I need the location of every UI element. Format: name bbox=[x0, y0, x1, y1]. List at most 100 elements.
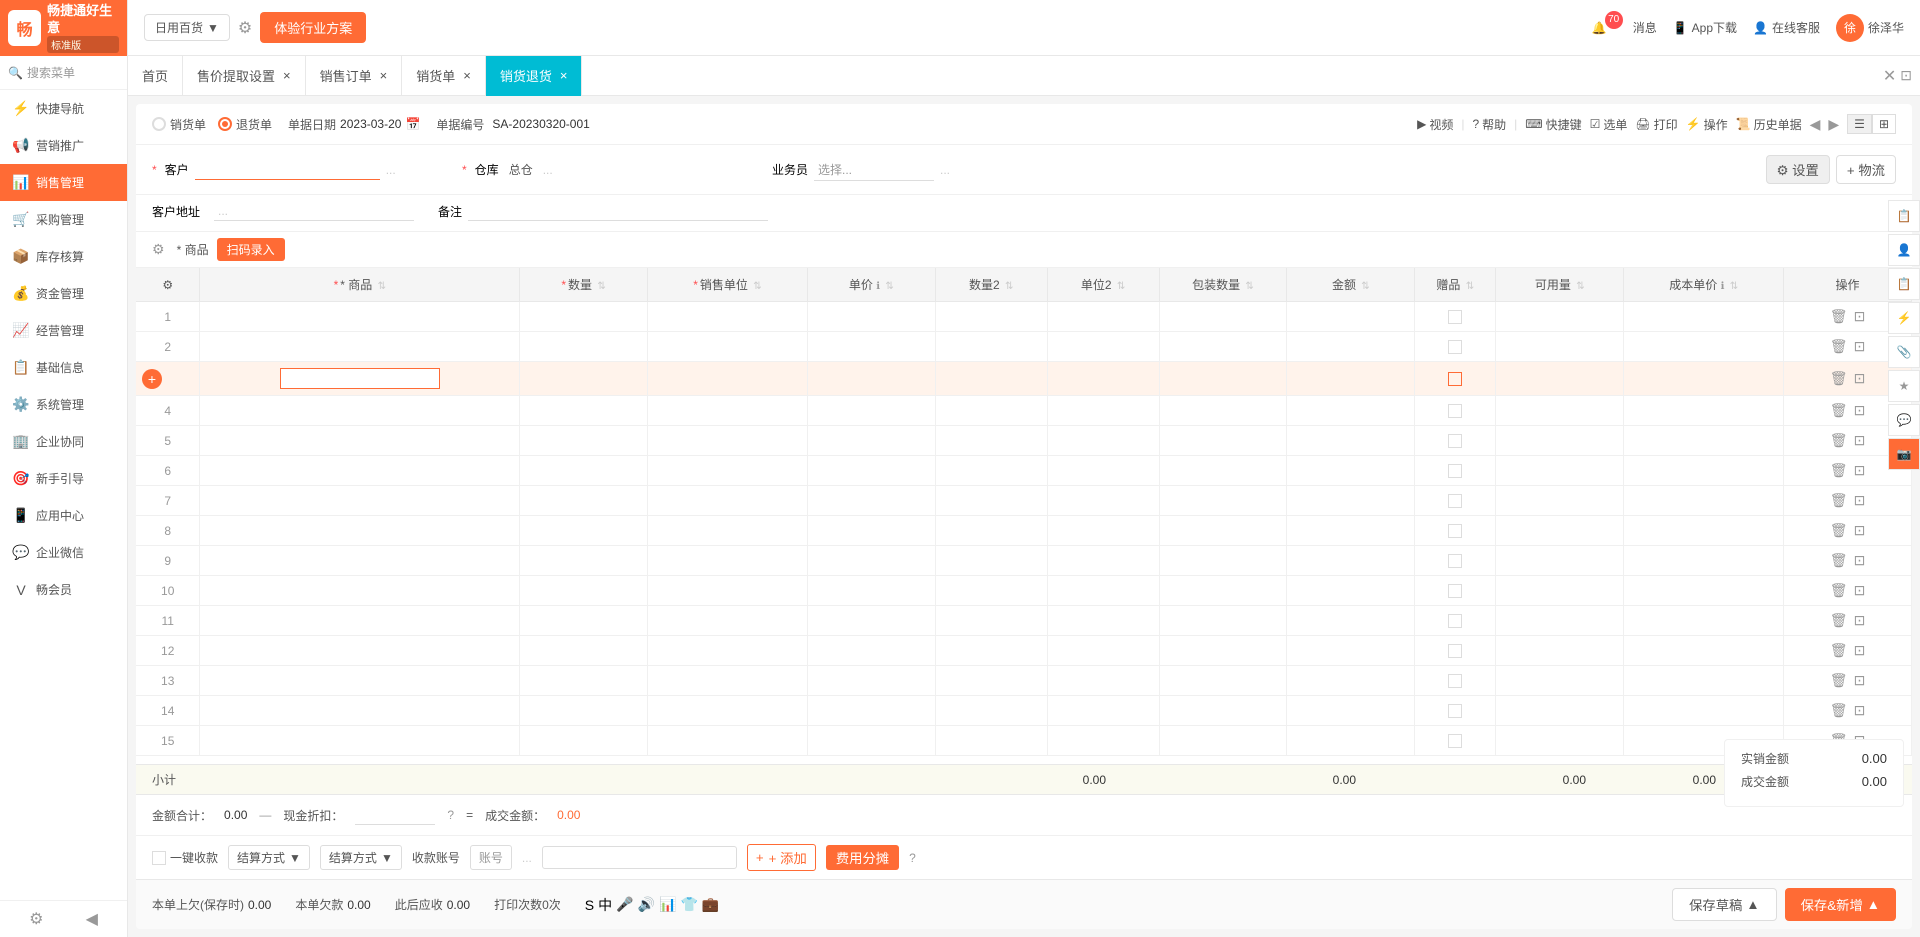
copy-icon[interactable]: ⊡ bbox=[1854, 552, 1866, 569]
qty-cell[interactable] bbox=[520, 606, 648, 636]
pack-qty-cell[interactable] bbox=[1159, 666, 1287, 696]
copy-icon[interactable]: ⊡ bbox=[1854, 642, 1866, 659]
pack-sort-icon[interactable]: ⇅ bbox=[1245, 281, 1253, 292]
copy-icon[interactable]: ⊡ bbox=[1854, 582, 1866, 599]
qty2-cell[interactable] bbox=[935, 546, 1047, 576]
sidebar-item-enterprise[interactable]: 🏢 企业协同 bbox=[0, 423, 127, 460]
copy-icon[interactable]: ⊡ bbox=[1854, 702, 1866, 719]
operate-action[interactable]: ⚡ 操作 bbox=[1686, 116, 1728, 133]
logistics-button[interactable]: + 物流 bbox=[1836, 155, 1896, 184]
im-icon-2[interactable]: 中 bbox=[598, 895, 612, 915]
product-cell[interactable] bbox=[200, 332, 520, 362]
add-button[interactable]: + + 添加 bbox=[747, 844, 816, 871]
trial-button[interactable]: 体验行业方案 bbox=[260, 12, 366, 43]
unit2-cell[interactable] bbox=[1047, 606, 1159, 636]
unit2-cell[interactable] bbox=[1047, 636, 1159, 666]
available-cell[interactable] bbox=[1496, 636, 1624, 666]
tab-price-settings[interactable]: 售价提取设置 × bbox=[183, 56, 306, 96]
gift-checkbox[interactable] bbox=[1448, 524, 1462, 538]
amount-input[interactable] bbox=[542, 846, 737, 869]
unit2-cell[interactable] bbox=[1047, 456, 1159, 486]
cost-price-cell[interactable] bbox=[1624, 666, 1784, 696]
im-icon-6[interactable]: 👕 bbox=[680, 896, 697, 913]
delete-icon[interactable]: 🗑 bbox=[1830, 308, 1848, 325]
unit-cell[interactable] bbox=[648, 332, 808, 362]
gift-cell[interactable] bbox=[1415, 332, 1496, 362]
calc-method-select[interactable]: 结算方式 ▼ bbox=[320, 845, 402, 870]
unit-cell[interactable] bbox=[648, 302, 808, 332]
price-cell[interactable] bbox=[807, 726, 935, 756]
amount-cell[interactable] bbox=[1287, 606, 1415, 636]
customer-input[interactable] bbox=[195, 160, 380, 180]
qty2-cell[interactable] bbox=[935, 606, 1047, 636]
gift-checkbox[interactable] bbox=[1448, 404, 1462, 418]
settings-button[interactable]: ⚙ 设置 bbox=[1766, 155, 1830, 184]
save-draft-button[interactable]: 保存草稿 ▲ bbox=[1672, 888, 1777, 921]
product-sort-icon[interactable]: ⇅ bbox=[378, 281, 386, 292]
unit-cell[interactable] bbox=[648, 426, 808, 456]
amount-cell[interactable] bbox=[1287, 516, 1415, 546]
unit-cell[interactable] bbox=[648, 486, 808, 516]
gift-cell[interactable] bbox=[1415, 456, 1496, 486]
amount-cell[interactable] bbox=[1287, 546, 1415, 576]
tab-sales-order[interactable]: 销售订单 × bbox=[306, 56, 403, 96]
price-cell[interactable] bbox=[807, 576, 935, 606]
price-cell[interactable] bbox=[807, 486, 935, 516]
unit2-cell[interactable] bbox=[1047, 396, 1159, 426]
gift-checkbox[interactable] bbox=[1448, 584, 1462, 598]
sidebar-item-operations[interactable]: 📈 经营管理 bbox=[0, 312, 127, 349]
qty2-cell[interactable] bbox=[935, 726, 1047, 756]
delete-icon[interactable]: 🗑 bbox=[1830, 612, 1848, 629]
available-cell[interactable] bbox=[1496, 696, 1624, 726]
available-cell[interactable] bbox=[1496, 456, 1624, 486]
sidebar-item-inventory[interactable]: 📦 库存核算 bbox=[0, 238, 127, 275]
cost-price-cell[interactable] bbox=[1624, 362, 1784, 396]
mini-btn-orange[interactable]: 📷 bbox=[1888, 438, 1920, 470]
im-icon-3[interactable]: 🎤 bbox=[616, 896, 633, 913]
gift-cell[interactable] bbox=[1415, 576, 1496, 606]
gift-cell[interactable] bbox=[1415, 666, 1496, 696]
product-cell[interactable] bbox=[200, 606, 520, 636]
sidebar-item-guide[interactable]: 🎯 新手引导 bbox=[0, 460, 127, 497]
unit2-cell[interactable] bbox=[1047, 696, 1159, 726]
price-sort-icon[interactable]: ⇅ bbox=[885, 281, 893, 292]
account-select[interactable]: 账号 bbox=[470, 845, 512, 870]
cost-price-cell[interactable] bbox=[1624, 456, 1784, 486]
select-action[interactable]: ☑ 选单 bbox=[1590, 116, 1628, 133]
im-icon-7[interactable]: 💼 bbox=[702, 896, 719, 913]
sidebar-item-wechat[interactable]: 💬 企业微信 bbox=[0, 534, 127, 571]
print-action[interactable]: 🖨 打印 bbox=[1635, 116, 1677, 133]
cash-discount-input[interactable] bbox=[355, 805, 435, 825]
available-cell[interactable] bbox=[1496, 332, 1624, 362]
amount-cell[interactable] bbox=[1287, 486, 1415, 516]
video-action[interactable]: ▶ 视频 bbox=[1417, 116, 1453, 133]
price-cell[interactable] bbox=[807, 696, 935, 726]
pack-qty-cell[interactable] bbox=[1159, 362, 1287, 396]
sidebar-item-system[interactable]: ⚙️ 系统管理 bbox=[0, 386, 127, 423]
gift-cell[interactable] bbox=[1415, 486, 1496, 516]
gift-checkbox[interactable] bbox=[1448, 372, 1462, 386]
pack-qty-cell[interactable] bbox=[1159, 576, 1287, 606]
qty-cell[interactable] bbox=[520, 426, 648, 456]
gift-checkbox[interactable] bbox=[1448, 614, 1462, 628]
available-cell[interactable] bbox=[1496, 396, 1624, 426]
help-action[interactable]: ? 帮助 bbox=[1472, 116, 1506, 133]
price-cell[interactable] bbox=[807, 362, 935, 396]
row-settings-icon[interactable]: ⚙ bbox=[162, 278, 173, 292]
qty2-cell[interactable] bbox=[935, 696, 1047, 726]
tab-home[interactable]: 首页 bbox=[128, 56, 183, 96]
staff-select[interactable]: 选择... bbox=[814, 159, 934, 181]
qty2-cell[interactable] bbox=[935, 456, 1047, 486]
mini-btn-5[interactable]: 📎 bbox=[1888, 336, 1920, 368]
price-cell[interactable] bbox=[807, 396, 935, 426]
qty-cell[interactable] bbox=[520, 726, 648, 756]
product-cell[interactable] bbox=[200, 576, 520, 606]
gift-checkbox[interactable] bbox=[1448, 434, 1462, 448]
cost-price-cell[interactable] bbox=[1624, 302, 1784, 332]
available-cell[interactable] bbox=[1496, 302, 1624, 332]
user-item[interactable]: 徐 徐泽华 bbox=[1836, 14, 1904, 42]
gift-cell[interactable] bbox=[1415, 546, 1496, 576]
qty-cell[interactable] bbox=[520, 576, 648, 606]
unit2-cell[interactable] bbox=[1047, 332, 1159, 362]
gift-checkbox[interactable] bbox=[1448, 554, 1462, 568]
